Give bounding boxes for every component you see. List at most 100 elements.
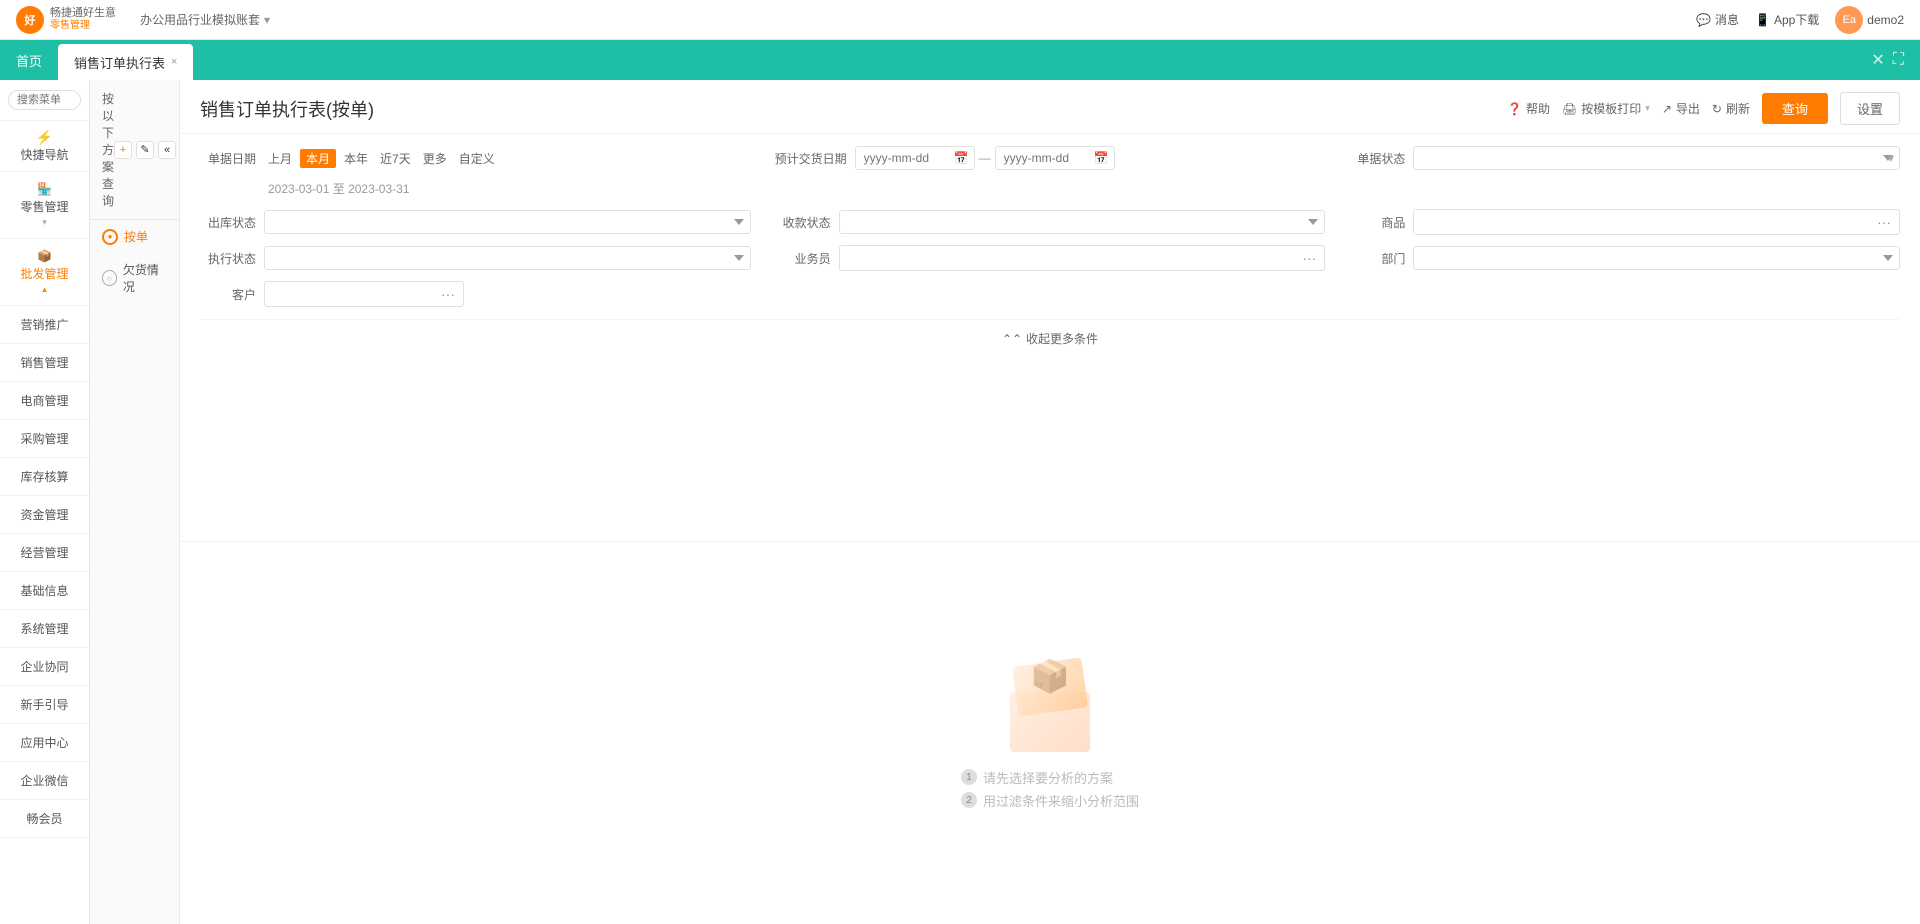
- date-tab-current-month[interactable]: 本月: [300, 149, 336, 168]
- customer-more-icon[interactable]: ···: [441, 286, 455, 302]
- collapse-button[interactable]: ⌃⌃ 收起更多条件: [1002, 324, 1098, 353]
- sidebar-item-finance[interactable]: 资金管理: [0, 496, 89, 534]
- payment-status-label: 收款状态: [775, 214, 831, 231]
- print-btn[interactable]: 🖨 按模板打印 ▾: [1562, 100, 1650, 117]
- page-actions: ❓ 帮助 🖨 按模板打印 ▾ ↗ 导出 ↻ 刷新 查询 设置: [1507, 92, 1900, 125]
- expected-date-end-input[interactable]: [995, 146, 1115, 170]
- empty-state: 📦 1 请先选择要分析的方案 2 用过滤条件来缩小分析范围: [180, 542, 1920, 924]
- chevron-down-icon[interactable]: ▾: [264, 13, 270, 27]
- sidebar-item-wechat[interactable]: 企业微信: [0, 762, 89, 800]
- sub-menu-item-credit-status[interactable]: ○ 欠货情况: [90, 253, 179, 303]
- user-menu[interactable]: Ea demo2: [1835, 6, 1904, 34]
- chevron-up-icon: ▴: [42, 284, 47, 295]
- filter-row-4: 客户 ···: [200, 281, 1900, 307]
- download-icon: 📱: [1755, 13, 1770, 27]
- sidebar-item-ecommerce[interactable]: 电商管理: [0, 382, 89, 420]
- sidebar-item-quick-nav[interactable]: ⚡ 快捷导航: [0, 121, 89, 172]
- customer-control[interactable]: ···: [264, 281, 464, 307]
- help-btn[interactable]: ❓ 帮助: [1507, 100, 1550, 117]
- sub-menu-item-press-single[interactable]: ● 按单: [90, 220, 179, 253]
- query-button[interactable]: 查询: [1762, 93, 1828, 124]
- sidebar-item-zero-retail[interactable]: 🏪 零售管理 ▾: [0, 172, 89, 239]
- empty-illustration: 📦: [990, 652, 1110, 752]
- tab-sales-execution[interactable]: 销售订单执行表 ×: [58, 44, 193, 80]
- filter-payment-status-item: 收款状态: [775, 209, 1326, 235]
- tab-home[interactable]: 首页: [0, 40, 58, 80]
- sidebar-item-batch-mgmt[interactable]: 📦 批发管理 ▴: [0, 239, 89, 306]
- expected-date-start-input[interactable]: [855, 146, 975, 170]
- date-tab-last7[interactable]: 近7天: [376, 149, 415, 168]
- date-tab-custom[interactable]: 自定义: [455, 149, 499, 168]
- date-tab-more[interactable]: 更多: [419, 149, 451, 168]
- sub-menu-edit-btn[interactable]: ✎: [136, 141, 154, 159]
- filter-salesperson-item: 业务员 ···: [775, 245, 1326, 271]
- top-bar-left: 好 畅捷通好生意 零售管理 办公用品行业模拟账套 ▾: [16, 6, 270, 34]
- date-label: 单据日期: [200, 150, 256, 167]
- department-select[interactable]: [1413, 246, 1900, 270]
- date-tab-current-year[interactable]: 本年: [340, 149, 372, 168]
- sidebar-item-vip[interactable]: 畅会员: [0, 800, 89, 838]
- tab-close-icon[interactable]: ×: [171, 56, 177, 68]
- breadcrumb-text: 办公用品行业模拟账套: [140, 11, 260, 28]
- bill-status-select[interactable]: [1413, 146, 1900, 170]
- export-btn[interactable]: ↗ 导出: [1662, 100, 1700, 117]
- filter-department-item: 部门: [1349, 245, 1900, 271]
- sub-menu-add-btn[interactable]: +: [114, 141, 132, 159]
- tab-close-window-icon[interactable]: ✕: [1871, 50, 1884, 70]
- date-dash: —: [979, 151, 991, 165]
- empty-tips: 1 请先选择要分析的方案 2 用过滤条件来缩小分析范围: [961, 764, 1139, 814]
- salesperson-more-icon[interactable]: ···: [1302, 250, 1316, 266]
- delivery-status-select[interactable]: [264, 210, 751, 234]
- sidebar-item-app-center[interactable]: 应用中心: [0, 724, 89, 762]
- empty-box-icon: 📦: [1030, 657, 1070, 695]
- main-layout: ⚡ 快捷导航 🏪 零售管理 ▾ 📦 批发管理 ▴ 营销推广 销售管理 电商管理 …: [0, 80, 1920, 924]
- filter-execution-status-item: 执行状态: [200, 245, 751, 271]
- execution-status-select[interactable]: [264, 246, 751, 270]
- sidebar-item-system[interactable]: 系统管理: [0, 610, 89, 648]
- top-bar-right: 💬 消息 📱 App下载 Ea demo2: [1696, 6, 1904, 34]
- sub-menu-actions: + ✎ «: [114, 141, 176, 159]
- filter-row-2: 出库状态 收款状态 商品: [200, 209, 1900, 235]
- payment-status-select[interactable]: [839, 210, 1326, 234]
- department-label: 部门: [1349, 250, 1405, 267]
- bill-status-control: ▾: [1413, 146, 1900, 170]
- tab-bar: 首页 销售订单执行表 × ✕ ⛶: [0, 40, 1920, 80]
- delivery-status-label: 出库状态: [200, 214, 256, 231]
- user-name: demo2: [1867, 13, 1904, 27]
- sidebar-search-area: [0, 80, 89, 121]
- sidebar-item-purchase[interactable]: 采购管理: [0, 420, 89, 458]
- sidebar-item-inventory[interactable]: 库存核算: [0, 458, 89, 496]
- goods-label: 商品: [1349, 214, 1405, 231]
- collapse-area: ⌃⌃ 收起更多条件: [200, 319, 1900, 357]
- goods-control[interactable]: ···: [1413, 209, 1900, 235]
- empty-tip-2: 2 用过滤条件来缩小分析范围: [961, 791, 1139, 810]
- salesperson-control[interactable]: ···: [839, 245, 1326, 271]
- sub-menu: 按以下方案查询 + ✎ « ● 按单 ○ 欠货情况: [90, 80, 180, 924]
- date-tab-last-month[interactable]: 上月: [264, 149, 296, 168]
- filter-delivery-status-item: 出库状态: [200, 209, 751, 235]
- refresh-btn[interactable]: ↻ 刷新: [1712, 100, 1750, 117]
- salesperson-label: 业务员: [775, 250, 831, 267]
- goods-more-icon[interactable]: ···: [1877, 214, 1891, 230]
- sidebar-item-enterprise[interactable]: 企业协同: [0, 648, 89, 686]
- date-range-display: 2023-03-01 至 2023-03-31: [268, 180, 1900, 197]
- search-input[interactable]: [8, 90, 81, 110]
- message-btn[interactable]: 💬 消息: [1696, 11, 1739, 28]
- sidebar-item-basic-info[interactable]: 基础信息: [0, 572, 89, 610]
- sidebar-item-operations[interactable]: 经营管理: [0, 534, 89, 572]
- filter-bill-status-item: 单据状态 ▾: [1349, 146, 1900, 170]
- app-download-btn[interactable]: 📱 App下载: [1755, 11, 1819, 28]
- sub-menu-header: 按以下方案查询 + ✎ «: [90, 80, 179, 220]
- sidebar-item-marketing[interactable]: 营销推广: [0, 306, 89, 344]
- sidebar-item-newbie[interactable]: 新手引导: [0, 686, 89, 724]
- print-chevron-icon: ▾: [1645, 103, 1650, 114]
- date-controls: 上月 本月 本年 近7天 更多 自定义: [264, 149, 751, 168]
- customer-label: 客户: [200, 286, 256, 303]
- tab-fullscreen-icon[interactable]: ⛶: [1893, 51, 1904, 69]
- date-tabs: 上月 本月 本年 近7天 更多 自定义: [264, 149, 499, 168]
- sidebar-item-sales-mgmt[interactable]: 销售管理: [0, 344, 89, 382]
- settings-button[interactable]: 设置: [1840, 92, 1900, 125]
- print-icon: 🖨: [1562, 102, 1577, 116]
- credit-status-icon: ○: [102, 270, 117, 286]
- sub-menu-collapse-btn[interactable]: «: [158, 141, 176, 159]
